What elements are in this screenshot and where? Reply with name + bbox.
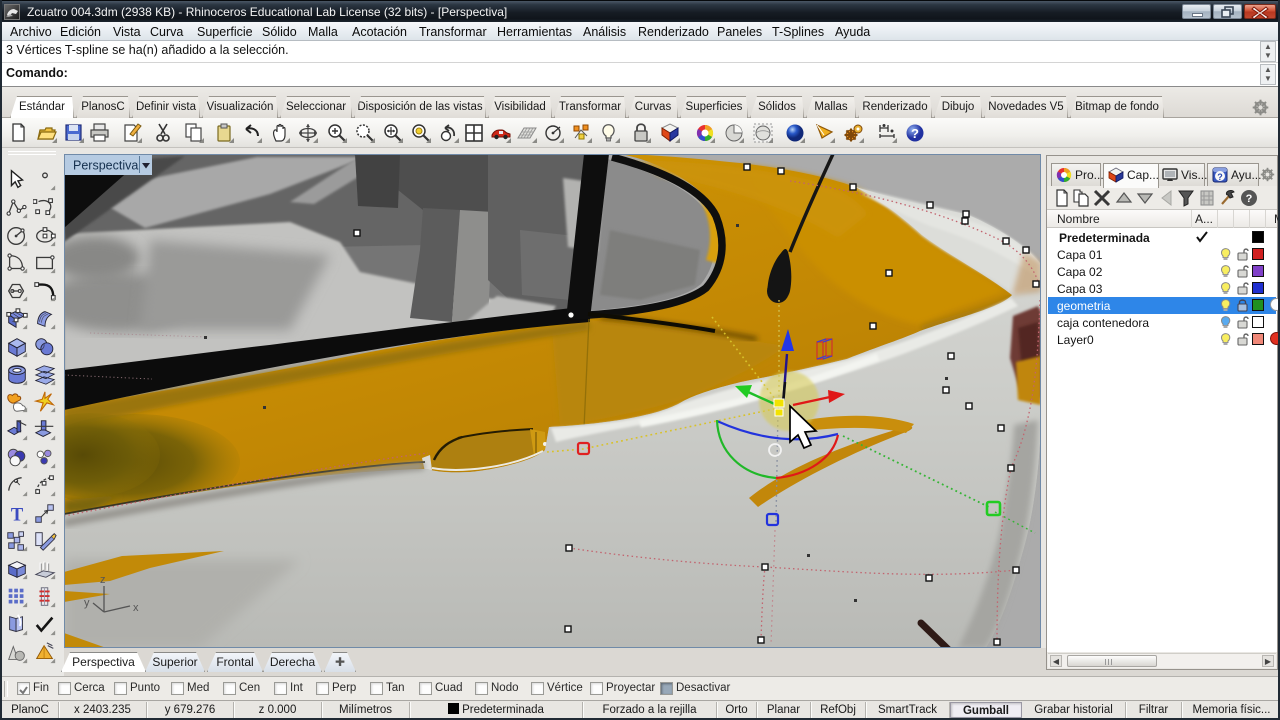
svg-text:y: y	[84, 597, 90, 609]
svg-text:?: ?	[911, 126, 919, 141]
svg-text:x: x	[133, 602, 139, 614]
svg-text:T: T	[11, 504, 24, 524]
svg-text:Perspectiva: Perspectiva	[73, 159, 138, 173]
svg-text:?: ?	[1246, 193, 1253, 205]
svg-text:?: ?	[1217, 172, 1223, 182]
svg-text:z: z	[100, 574, 106, 586]
